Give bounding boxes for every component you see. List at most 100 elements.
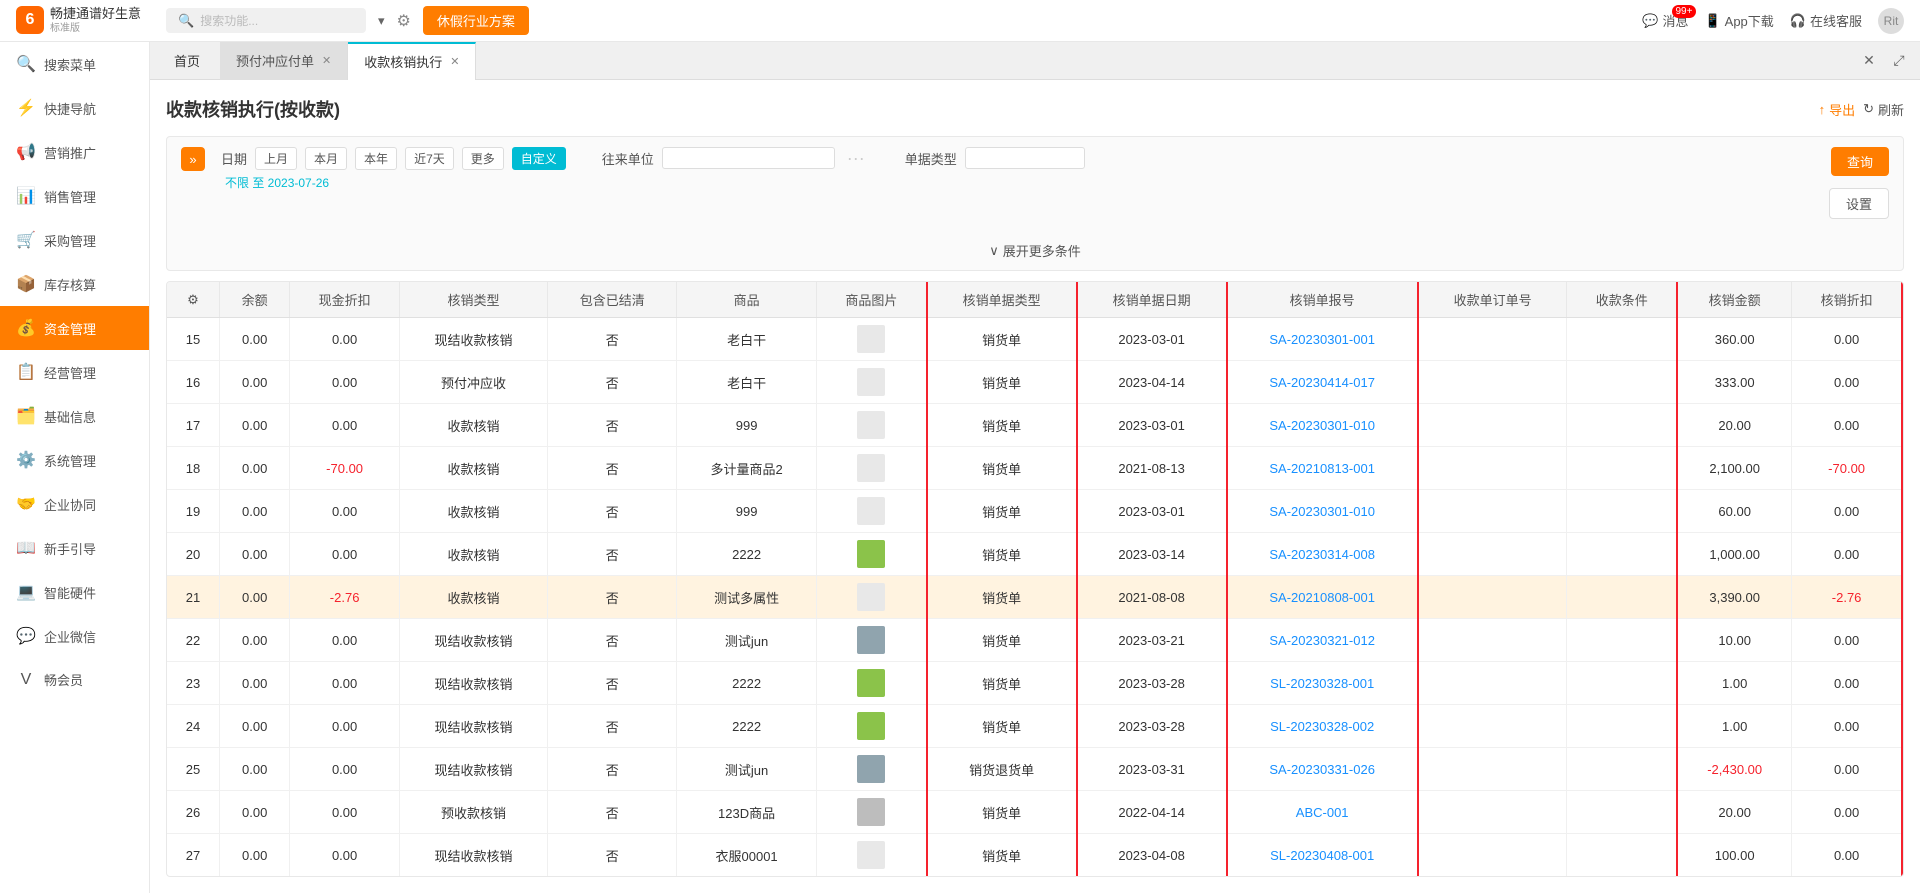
cell-balance: 0.00 bbox=[219, 834, 289, 877]
cell-writeoff-type: 收款核销 bbox=[399, 404, 547, 447]
cell-product: 123D商品 bbox=[677, 791, 817, 834]
cell-idx: 26 bbox=[167, 791, 219, 834]
cell-cash-discount: 0.00 bbox=[290, 619, 399, 662]
writeoff-no-link[interactable]: SL-20230328-002 bbox=[1270, 719, 1374, 734]
writeoff-no-link[interactable]: SA-20210808-001 bbox=[1269, 590, 1375, 605]
writeoff-no-link[interactable]: SA-20230301-010 bbox=[1269, 418, 1375, 433]
dropdown-arrow[interactable]: ▾ bbox=[378, 13, 385, 29]
tab-writeoff-close[interactable]: ✕ bbox=[450, 55, 459, 68]
content-area: 首页 预付冲应付单 ✕ 收款核销执行 ✕ ✕ ⤢ 收款核销执行(按收款) bbox=[150, 42, 1920, 893]
message-btn[interactable]: 💬 消息 99+ bbox=[1642, 11, 1688, 30]
writeoff-no-link[interactable]: SA-20230301-010 bbox=[1269, 504, 1375, 519]
writeoff-no-link[interactable]: SL-20230408-001 bbox=[1270, 848, 1374, 863]
col-header-cash-discount: 现金折扣 bbox=[290, 282, 399, 318]
tab-writeoff[interactable]: 收款核销执行 ✕ bbox=[348, 42, 476, 80]
sidebar-item-hardware[interactable]: 💻 智能硬件 bbox=[0, 570, 149, 614]
sidebar-item-sales[interactable]: 📊 销售管理 bbox=[0, 174, 149, 218]
tab-home[interactable]: 首页 bbox=[154, 51, 220, 70]
cell-writeoff-bill-type: 销货单 bbox=[927, 834, 1077, 877]
online-service-btn[interactable]: 🎧 在线客服 bbox=[1790, 11, 1862, 30]
cell-writeoff-date: 2023-03-28 bbox=[1077, 662, 1227, 705]
gear-icon[interactable]: ⚙ bbox=[397, 11, 411, 31]
cell-writeoff-no: SL-20230418-001 bbox=[1227, 877, 1418, 878]
sidebar-item-search[interactable]: 🔍 搜索菜单 bbox=[0, 42, 149, 86]
product-img bbox=[857, 411, 885, 439]
cell-writeoff-date: 2021-08-13 bbox=[1077, 447, 1227, 490]
sidebar-item-collaboration[interactable]: 🤝 企业协同 bbox=[0, 482, 149, 526]
date-btn-thisyear[interactable]: 本年 bbox=[355, 147, 397, 170]
sidebar-item-system[interactable]: ⚙️ 系统管理 bbox=[0, 438, 149, 482]
tab-maximize-btn[interactable]: ⤢ bbox=[1886, 48, 1912, 74]
sidebar-item-basic-info[interactable]: 🗂️ 基础信息 bbox=[0, 394, 149, 438]
cell-writeoff-bill-type: 销货单 bbox=[927, 662, 1077, 705]
date-btn-custom[interactable]: 自定义 bbox=[512, 147, 566, 170]
writeoff-no-link[interactable]: SA-20230321-012 bbox=[1269, 633, 1375, 648]
app-download-btn[interactable]: 📱 App下载 bbox=[1704, 11, 1773, 30]
writeoff-no-link[interactable]: SA-20230414-017 bbox=[1269, 375, 1375, 390]
table-wrapper[interactable]: ⚙ 余额 现金折扣 核销类型 包含已结清 商品 商品图片 核销单据类型 核销单据… bbox=[166, 281, 1904, 877]
product-img bbox=[857, 583, 885, 611]
avatar[interactable]: Rit bbox=[1878, 8, 1904, 34]
tab-prepay[interactable]: 预付冲应付单 ✕ bbox=[220, 42, 348, 80]
cell-writeoff-date: 2023-03-01 bbox=[1077, 490, 1227, 533]
sidebar-item-member[interactable]: V 畅会员 bbox=[0, 658, 149, 701]
setting-btn[interactable]: 设置 bbox=[1829, 188, 1889, 219]
date-btn-7days[interactable]: 近7天 bbox=[405, 147, 454, 170]
expand-more-btn[interactable]: ∨ 展开更多条件 bbox=[181, 241, 1889, 260]
cell-cash-discount: 0.00 bbox=[290, 748, 399, 791]
sidebar-item-guide[interactable]: 📖 新手引导 bbox=[0, 526, 149, 570]
date-btn-thismonth[interactable]: 本月 bbox=[305, 147, 347, 170]
product-img bbox=[857, 841, 885, 869]
cell-included-settled: 否 bbox=[548, 877, 677, 878]
order-type-select[interactable] bbox=[965, 147, 1085, 169]
tab-prepay-close[interactable]: ✕ bbox=[322, 54, 331, 67]
cell-balance: 0.00 bbox=[219, 705, 289, 748]
export-btn[interactable]: ↑ 导出 bbox=[1819, 100, 1856, 119]
writeoff-no-link[interactable]: SL-20230328-001 bbox=[1270, 676, 1374, 691]
date-btn-lastmonth[interactable]: 上月 bbox=[255, 147, 297, 170]
top-right: 💬 消息 99+ 📱 App下载 🎧 在线客服 Rit bbox=[1642, 8, 1904, 34]
cell-receipt-condition bbox=[1567, 361, 1677, 404]
sidebar-item-weixin[interactable]: 💬 企业微信 bbox=[0, 614, 149, 658]
partner-input[interactable] bbox=[662, 147, 835, 169]
cell-idx: 21 bbox=[167, 576, 219, 619]
query-btn[interactable]: 查询 bbox=[1831, 147, 1889, 176]
date-btn-more[interactable]: 更多 bbox=[462, 147, 504, 170]
logo-icon: 6 bbox=[16, 6, 44, 34]
writeoff-no-link[interactable]: ABC-001 bbox=[1296, 805, 1349, 820]
sidebar-item-operations[interactable]: 📋 经营管理 bbox=[0, 350, 149, 394]
cell-cash-discount: 0.00 bbox=[290, 834, 399, 877]
writeoff-no-link[interactable]: SA-20210813-001 bbox=[1269, 461, 1375, 476]
cell-writeoff-discount: 0.00 bbox=[1792, 533, 1902, 576]
cell-writeoff-date: 2021-08-08 bbox=[1077, 576, 1227, 619]
writeoff-no-link[interactable]: SA-20230301-001 bbox=[1269, 332, 1375, 347]
cell-product: 999 bbox=[677, 490, 817, 533]
cell-idx: 18 bbox=[167, 447, 219, 490]
sidebar-item-marketing[interactable]: 📢 营销推广 bbox=[0, 130, 149, 174]
sidebar-item-finance[interactable]: 💰 资金管理 bbox=[0, 306, 149, 350]
cell-writeoff-date: 2023-03-14 bbox=[1077, 533, 1227, 576]
cell-receipt-order-no bbox=[1418, 877, 1567, 878]
tab-close-btn[interactable]: ✕ bbox=[1856, 48, 1882, 74]
cell-product-img bbox=[816, 748, 926, 791]
refresh-btn[interactable]: ↻ 刷新 bbox=[1863, 100, 1904, 119]
sidebar-item-quicknav[interactable]: ⚡ 快捷导航 bbox=[0, 86, 149, 130]
cell-product: 测试jun bbox=[677, 748, 817, 791]
sidebar-item-purchase[interactable]: 🛒 采购管理 bbox=[0, 218, 149, 262]
industry-btn[interactable]: 休假行业方案 bbox=[423, 6, 529, 35]
sidebar-item-inventory[interactable]: 📦 库存核算 bbox=[0, 262, 149, 306]
table-row: 25 0.00 0.00 现结收款核销 否 测试jun 销货退货单 2023-0… bbox=[167, 748, 1902, 791]
writeoff-no-link[interactable]: SA-20230331-026 bbox=[1269, 762, 1375, 777]
cell-idx: 28 bbox=[167, 877, 219, 878]
cell-writeoff-no: SL-20230328-002 bbox=[1227, 705, 1418, 748]
col-header-idx: ⚙ bbox=[167, 282, 219, 318]
system-icon: ⚙️ bbox=[16, 450, 36, 470]
cell-idx: 27 bbox=[167, 834, 219, 877]
top-search-box[interactable]: 🔍 搜索功能... bbox=[166, 8, 366, 33]
cell-product-img bbox=[816, 877, 926, 878]
cell-writeoff-no: SL-20230408-001 bbox=[1227, 834, 1418, 877]
filter-toggle[interactable]: » bbox=[181, 147, 205, 171]
cell-writeoff-discount: 0.00 bbox=[1792, 404, 1902, 447]
writeoff-no-link[interactable]: SA-20230314-008 bbox=[1269, 547, 1375, 562]
cell-included-settled: 否 bbox=[548, 834, 677, 877]
